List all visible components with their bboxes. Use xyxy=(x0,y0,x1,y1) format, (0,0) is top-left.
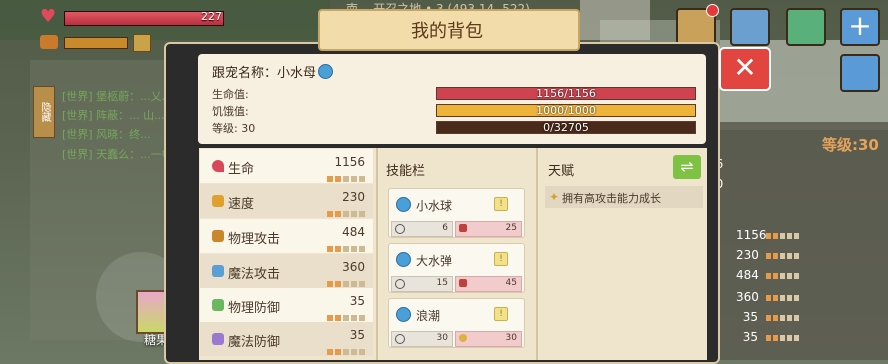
food-bar xyxy=(64,37,128,49)
skills-header: 技能栏 xyxy=(386,164,426,179)
attribute-label: 物理攻击 xyxy=(228,232,281,247)
stat-row: 230 xyxy=(736,248,826,262)
clock-icon xyxy=(395,334,405,344)
health-value: 227 xyxy=(201,10,222,23)
badge-icon[interactable] xyxy=(840,54,880,92)
armor-icon xyxy=(133,34,151,52)
exp-value: 0/32705 xyxy=(543,121,589,134)
level-label: 等级:30 xyxy=(822,136,879,154)
skill-info-button[interactable]: ! xyxy=(494,307,508,321)
chat-hide-button[interactable]: 隐藏 xyxy=(33,86,55,138)
attribute-label: 魔法攻击 xyxy=(228,267,281,282)
attribute-level-bars xyxy=(325,171,365,185)
skill-info-button[interactable]: ! xyxy=(494,197,508,211)
skill-card[interactable]: 小水球! 6 25 xyxy=(388,188,525,238)
attribute-row[interactable]: 速度 230 xyxy=(200,184,373,218)
attribute-value: 484 xyxy=(342,225,365,239)
water-drop-icon xyxy=(318,64,334,79)
attribute-value: 1156 xyxy=(334,155,365,169)
attribute-row[interactable]: 物理攻击 484 xyxy=(200,219,373,253)
stat-row: 360 xyxy=(736,290,826,304)
skill-name: 浪潮 xyxy=(416,309,441,323)
skill-damage: 30 xyxy=(455,331,522,347)
skill-name: 小水球 xyxy=(416,199,453,213)
attribute-level-bars xyxy=(325,241,365,255)
attribute-row[interactable]: 生命 1156 xyxy=(200,149,373,183)
skill-cooldown: 15 xyxy=(391,276,453,292)
food-icon xyxy=(40,35,58,49)
add-icon[interactable]: + xyxy=(840,8,880,46)
chat-line: [世界] 堡柩蔚：...乂... xyxy=(62,90,173,103)
skill-card[interactable]: 浪潮! 30 30 xyxy=(388,298,525,348)
panel-title: 我的背包 xyxy=(411,21,483,42)
talent-header: 天赋 xyxy=(548,164,575,179)
attribute-value: 35 xyxy=(349,328,365,342)
stat-row: 484 xyxy=(736,268,826,282)
close-button[interactable]: ✕ xyxy=(719,47,771,91)
health-heart-icon: ♥ xyxy=(40,6,57,27)
hp-bar: 1156/1156 xyxy=(436,87,696,100)
column-divider xyxy=(536,148,538,360)
clock-icon xyxy=(395,224,405,234)
talent-item[interactable]: ✦ 拥有高攻击能力成长 xyxy=(545,186,703,208)
hunger-label: 饥饿值: xyxy=(212,105,249,118)
pet-name-row: 跟宠名称：小水母 xyxy=(212,62,334,81)
attribute-value: 35 xyxy=(349,294,365,308)
skill-info-button[interactable]: ! xyxy=(494,252,508,266)
skill-damage: 25 xyxy=(455,221,522,237)
boot-icon xyxy=(212,195,224,207)
skill-name: 大水弹 xyxy=(416,254,453,268)
attribute-row[interactable]: 魔法防御 35 xyxy=(200,322,373,356)
exp-bar: 0/32705 xyxy=(436,121,696,134)
chat-bubble-icon[interactable] xyxy=(730,8,770,46)
sparkle-icon: ✦ xyxy=(549,190,560,204)
heart-icon xyxy=(212,160,224,172)
chat-line: [世界] 风晓：终... xyxy=(62,128,151,141)
skill-cooldown: 30 xyxy=(391,331,453,347)
pet-name-label: 跟宠名称： xyxy=(212,66,278,81)
pet-name: 小水母 xyxy=(277,66,317,81)
notification-dot xyxy=(706,4,719,17)
swap-talent-button[interactable]: ⇌ xyxy=(673,155,701,179)
skill-cooldown: 6 xyxy=(391,221,453,237)
clock-icon xyxy=(395,279,405,289)
attribute-value: 360 xyxy=(342,260,365,274)
attribute-label: 魔法防御 xyxy=(228,335,281,350)
stat-row: 35 xyxy=(736,310,826,324)
attribute-label: 生命 xyxy=(228,162,255,177)
column-divider xyxy=(376,148,378,360)
flower-icon xyxy=(212,333,224,345)
attribute-level-bars xyxy=(325,206,365,220)
water-drop-icon xyxy=(396,197,411,212)
skill-damage: 45 xyxy=(455,276,522,292)
fist-icon xyxy=(212,230,224,242)
shield-icon xyxy=(212,299,224,311)
stat-row: 35 xyxy=(736,330,826,344)
magic-icon xyxy=(212,265,224,277)
attribute-label: 物理防御 xyxy=(228,301,281,316)
attribute-level-bars xyxy=(325,344,365,358)
attribute-value: 230 xyxy=(342,190,365,204)
water-drop-icon xyxy=(396,252,411,267)
attribute-row[interactable]: 物理防御 35 xyxy=(200,288,373,322)
level-label: 等级: 30 xyxy=(212,122,256,135)
hp-value: 1156/1156 xyxy=(536,87,596,100)
hp-label: 生命值: xyxy=(212,88,249,101)
chat-line: [世界] 阵蔽：... 山... xyxy=(62,109,165,122)
hunger-value: 1000/1000 xyxy=(536,104,596,117)
skill-card[interactable]: 大水弹! 15 45 xyxy=(388,243,525,293)
hunger-bar: 1000/1000 xyxy=(436,104,696,117)
stat-row: 1156 xyxy=(736,228,826,242)
shop-icon[interactable] xyxy=(786,8,826,46)
talent-text: 拥有高攻击能力成长 xyxy=(562,192,661,205)
water-drop-icon xyxy=(396,307,411,322)
attribute-label: 速度 xyxy=(228,197,255,212)
attribute-row[interactable]: 魔法攻击 360 xyxy=(200,254,373,288)
